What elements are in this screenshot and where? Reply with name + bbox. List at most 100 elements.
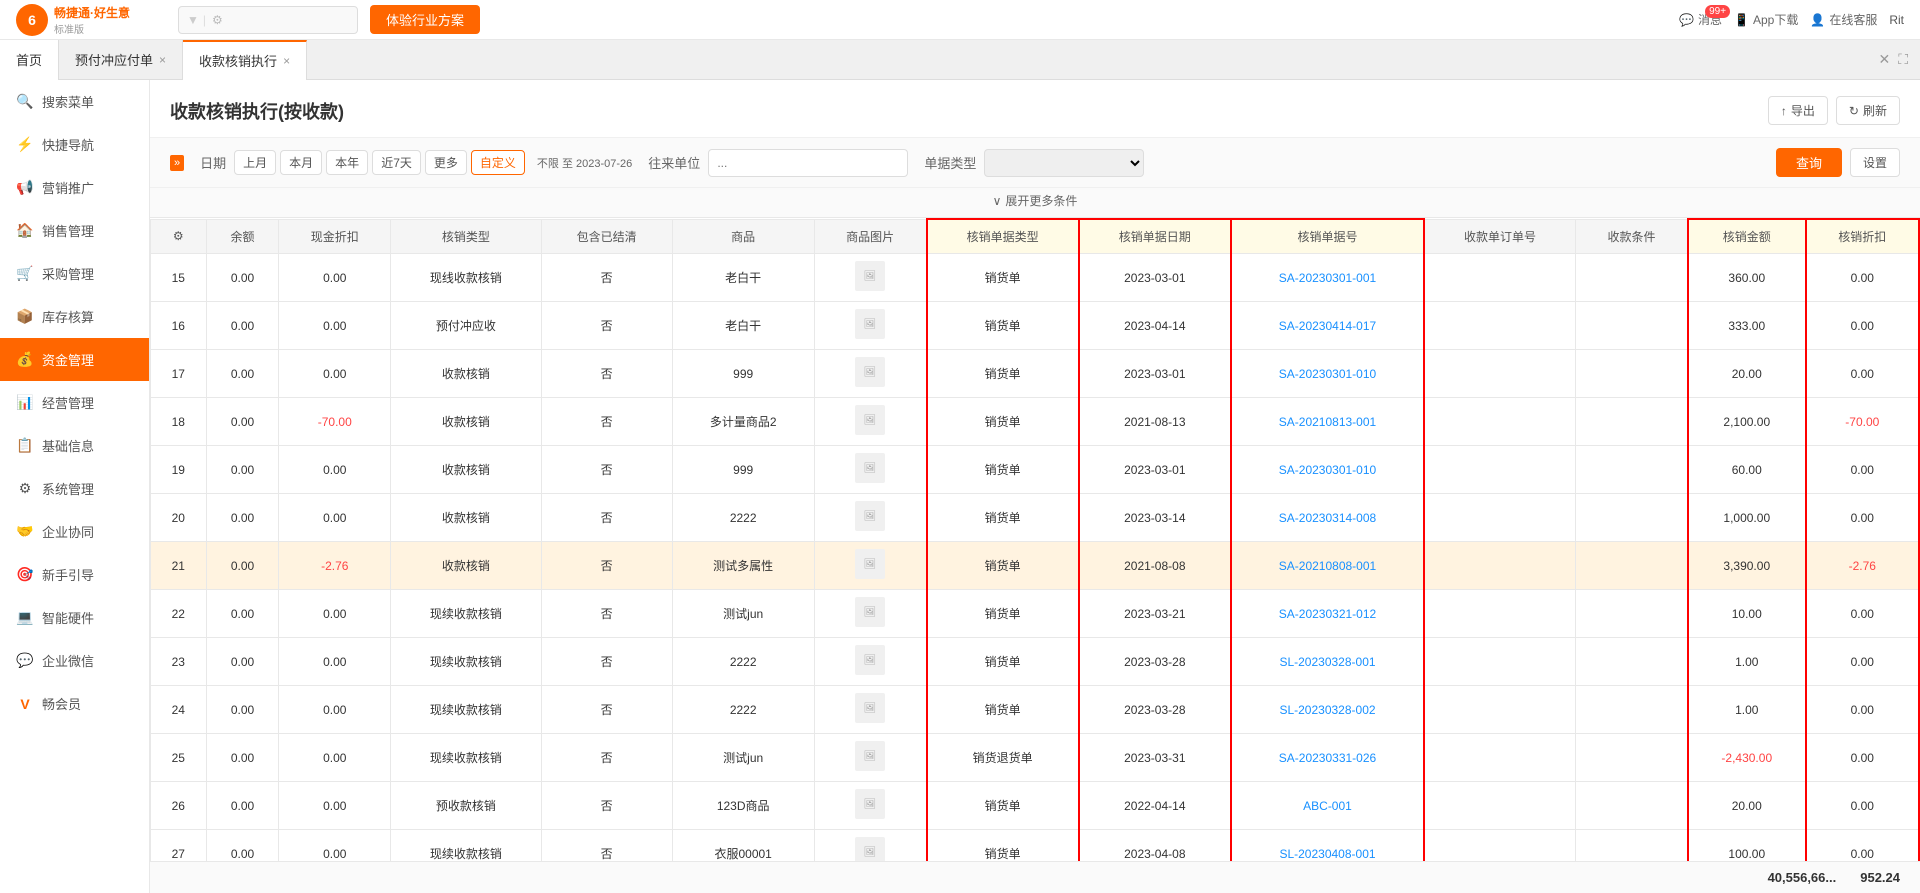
bill-no-link[interactable]: SA-20230314-008 — [1279, 511, 1376, 525]
cell-bill-no: SA-20230414-017 — [1231, 302, 1424, 350]
cell-collection-condition — [1575, 398, 1687, 446]
bill-no-link[interactable]: SA-20230321-012 — [1279, 607, 1376, 621]
date-btn-this-month[interactable]: 本月 — [280, 150, 322, 175]
cell-cancel-amount: 20.00 — [1688, 782, 1806, 830]
sidebar-item-marketing[interactable]: 📢 营销推广 — [0, 166, 149, 209]
top-search-bar: ▼ | ⚙ — [178, 6, 358, 34]
tab-home[interactable]: 首页 — [0, 40, 59, 80]
collapse-btn[interactable]: » — [170, 155, 184, 171]
date-btn-7days[interactable]: 近7天 — [372, 150, 421, 175]
date-btn-more[interactable]: 更多 — [425, 150, 467, 175]
cell-balance: 0.00 — [206, 686, 279, 734]
date-buttons: 上月 本月 本年 近7天 更多 自定义 — [234, 150, 525, 175]
cell-bill-report-type: 销货单 — [927, 782, 1079, 830]
cell-collection-order-no — [1424, 446, 1575, 494]
refresh-btn[interactable]: ↻ 刷新 — [1836, 96, 1900, 125]
sidebar-item-operation[interactable]: 📊 经营管理 — [0, 381, 149, 424]
cell-collection-condition — [1575, 590, 1687, 638]
setting-btn[interactable]: 设置 — [1850, 148, 1900, 177]
app-download-btn[interactable]: 📱 App下载 — [1734, 11, 1798, 28]
sidebar-item-search[interactable]: 🔍 搜索菜单 — [0, 80, 149, 123]
cell-cash-discount: 0.00 — [279, 686, 391, 734]
col-header-gear[interactable]: ⚙ — [151, 219, 207, 254]
tab-collection-close[interactable]: × — [283, 54, 290, 68]
sidebar-item-inventory[interactable]: 📦 库存核算 — [0, 295, 149, 338]
cell-bill-date: 2023-03-28 — [1079, 638, 1231, 686]
app-name: 畅捷通·好生意 — [54, 4, 130, 21]
cell-seq: 22 — [151, 590, 207, 638]
cell-cash-discount: 0.00 — [279, 830, 391, 862]
table-row: 27 0.00 0.00 现续收款核销 否 衣服00001 🖼 销货单 2023… — [151, 830, 1920, 862]
cell-cancel-type: 收款核销 — [391, 350, 542, 398]
partner-input[interactable] — [708, 149, 908, 177]
sidebar-item-sales[interactable]: 🏠 销售管理 — [0, 209, 149, 252]
tab-collection[interactable]: 收款核销执行 × — [183, 40, 307, 80]
cell-collection-condition — [1575, 782, 1687, 830]
date-btn-last-month[interactable]: 上月 — [234, 150, 276, 175]
sidebar-item-fund[interactable]: 💰 资金管理 — [0, 338, 149, 381]
date-btn-custom[interactable]: 自定义 — [471, 150, 525, 175]
bill-no-link[interactable]: SA-20230301-001 — [1279, 271, 1376, 285]
cell-cash-discount: 0.00 — [279, 302, 391, 350]
bill-no-link[interactable]: SA-20230301-010 — [1279, 367, 1376, 381]
cell-cash-discount: 0.00 — [279, 734, 391, 782]
tab-prepayment[interactable]: 预付冲应付单 × — [59, 40, 183, 80]
bill-no-link[interactable]: SA-20230331-026 — [1279, 751, 1376, 765]
trial-btn[interactable]: 体验行业方案 — [370, 5, 480, 34]
cell-bill-report-type: 销货单 — [927, 494, 1079, 542]
sidebar-item-guide[interactable]: 🎯 新手引导 — [0, 553, 149, 596]
col-header-cash-discount: 现金折扣 — [279, 219, 391, 254]
col-header-cancel-type: 核销类型 — [391, 219, 542, 254]
sidebar: 🔍 搜索菜单 ⚡ 快捷导航 📢 营销推广 🏠 销售管理 🛒 采购管理 📦 库存核… — [0, 80, 150, 893]
message-btn[interactable]: 💬 消息 99+ — [1679, 11, 1722, 28]
cell-cancel-type: 现线收款核销 — [391, 254, 542, 302]
cell-cash-discount: -2.76 — [279, 542, 391, 590]
date-btn-this-year[interactable]: 本年 — [326, 150, 368, 175]
sidebar-label-marketing: 营销推广 — [42, 178, 94, 197]
bill-no-link[interactable]: SA-20210808-001 — [1279, 559, 1376, 573]
bill-no-link[interactable]: SL-20230328-002 — [1279, 703, 1375, 717]
user-name[interactable]: Rit — [1889, 13, 1904, 27]
bill-no-link[interactable]: SL-20230328-001 — [1279, 655, 1375, 669]
sidebar-item-wechat[interactable]: 💬 企业微信 — [0, 639, 149, 682]
table-header-row: ⚙ 余额 现金折扣 核销类型 包含已结清 商品 商品图片 核销单据类型 核销单据… — [151, 219, 1920, 254]
window-close-icon[interactable]: ✕ — [1878, 51, 1890, 68]
cell-collection-order-no — [1424, 350, 1575, 398]
cell-seq: 19 — [151, 446, 207, 494]
export-btn[interactable]: ↑ 导出 — [1768, 96, 1828, 125]
bill-no-link[interactable]: SA-20230414-017 — [1279, 319, 1376, 333]
cell-seq: 15 — [151, 254, 207, 302]
gear-icon[interactable]: ⚙ — [212, 13, 223, 27]
cell-cancel-amount: -2,430.00 — [1688, 734, 1806, 782]
cell-cancel-type: 现续收款核销 — [391, 590, 542, 638]
sidebar-item-quick-nav[interactable]: ⚡ 快捷导航 — [0, 123, 149, 166]
table-row: 20 0.00 0.00 收款核销 否 2222 🖼 销货单 2023-03-1… — [151, 494, 1920, 542]
window-expand-icon[interactable]: ⛶ — [1898, 51, 1908, 68]
expand-conditions-btn[interactable]: ∨ 展开更多条件 — [170, 192, 1900, 209]
table-container[interactable]: ⚙ 余额 现金折扣 核销类型 包含已结清 商品 商品图片 核销单据类型 核销单据… — [150, 218, 1920, 861]
cell-bill-date: 2021-08-08 — [1079, 542, 1231, 590]
cell-cash-discount: 0.00 — [279, 638, 391, 686]
sidebar-item-purchase[interactable]: 🛒 采购管理 — [0, 252, 149, 295]
bill-no-link[interactable]: SL-20230408-001 — [1279, 847, 1375, 861]
tab-prepayment-close[interactable]: × — [159, 53, 166, 67]
sidebar-item-system[interactable]: ⚙ 系统管理 — [0, 467, 149, 510]
cell-cancel-amount: 60.00 — [1688, 446, 1806, 494]
sidebar-item-cooperation[interactable]: 🤝 企业协同 — [0, 510, 149, 553]
cell-cancel-type: 收款核销 — [391, 542, 542, 590]
bill-no-link[interactable]: SA-20230301-010 — [1279, 463, 1376, 477]
svg-text:🖼: 🖼 — [864, 318, 877, 330]
sidebar-item-basic[interactable]: 📋 基础信息 — [0, 424, 149, 467]
cell-seq: 18 — [151, 398, 207, 446]
query-btn[interactable]: 查询 — [1776, 148, 1842, 177]
total-discount-item: 952.24 — [1860, 870, 1900, 885]
bill-no-link[interactable]: ABC-001 — [1303, 799, 1352, 813]
online-service-btn[interactable]: 👤 在线客服 — [1810, 11, 1877, 28]
bill-no-link[interactable]: SA-20210813-001 — [1279, 415, 1376, 429]
bill-type-select[interactable] — [984, 149, 1144, 177]
sidebar-item-hardware[interactable]: 💻 智能硬件 — [0, 596, 149, 639]
cell-bill-report-type: 销货单 — [927, 686, 1079, 734]
sidebar-item-member[interactable]: V 畅会员 — [0, 682, 149, 725]
sidebar-label-sales: 销售管理 — [42, 221, 94, 240]
cell-cancel-discount: 0.00 — [1806, 638, 1919, 686]
